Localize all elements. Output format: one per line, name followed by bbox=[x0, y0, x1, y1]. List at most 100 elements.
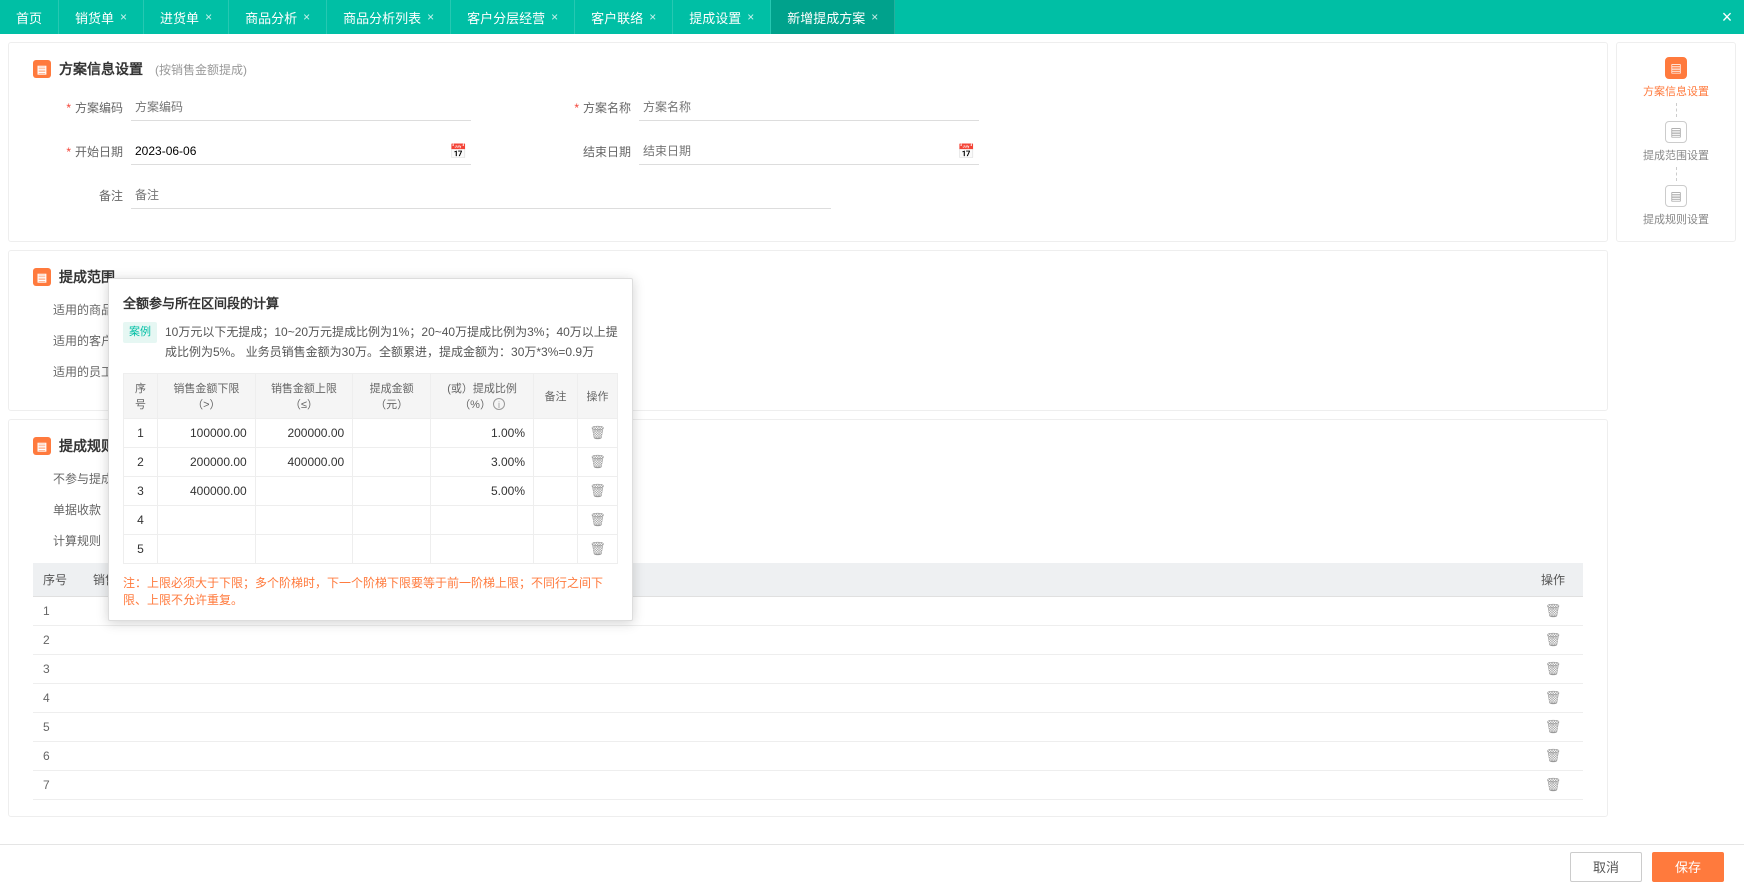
table-row[interactable]: 3🗑 bbox=[33, 655, 1583, 684]
cell-amount[interactable] bbox=[343, 684, 463, 713]
cell-upper[interactable] bbox=[213, 626, 343, 655]
tab-item[interactable]: 商品分析列表× bbox=[327, 0, 451, 34]
delete-icon[interactable]: 🗑 bbox=[1545, 748, 1562, 763]
tab-close-icon[interactable]: × bbox=[649, 10, 656, 24]
cell-lower[interactable] bbox=[83, 655, 213, 684]
tab-item[interactable]: 提成设置× bbox=[673, 0, 771, 34]
cell-upper[interactable] bbox=[213, 771, 343, 800]
cell-remark[interactable] bbox=[593, 684, 1523, 713]
tab-close-icon[interactable]: × bbox=[303, 10, 310, 24]
tab-close-icon[interactable]: × bbox=[205, 10, 212, 24]
cell-amount[interactable] bbox=[343, 742, 463, 771]
table-row[interactable]: 1100000.00200000.001.00%🗑 bbox=[124, 418, 618, 447]
save-button[interactable]: 保存 bbox=[1652, 852, 1724, 882]
cell-upper[interactable]: 200000.00 bbox=[255, 418, 352, 447]
cancel-button[interactable]: 取消 bbox=[1570, 852, 1642, 882]
input-end-date[interactable] bbox=[639, 137, 979, 165]
table-row[interactable]: 5🗑 bbox=[124, 534, 618, 563]
cell-amount[interactable] bbox=[353, 476, 431, 505]
cell-ratio[interactable] bbox=[431, 534, 534, 563]
cell-amount[interactable] bbox=[353, 534, 431, 563]
delete-icon[interactable]: 🗑 bbox=[589, 425, 606, 440]
cell-ratio[interactable] bbox=[431, 505, 534, 534]
tab-close-icon[interactable]: × bbox=[871, 10, 878, 24]
delete-icon[interactable]: 🗑 bbox=[1545, 777, 1562, 792]
side-step-info[interactable]: ▤ 方案信息设置 bbox=[1643, 57, 1709, 99]
delete-icon[interactable]: 🗑 bbox=[589, 454, 606, 469]
cell-remark[interactable] bbox=[534, 534, 578, 563]
delete-icon[interactable]: 🗑 bbox=[589, 512, 606, 527]
input-plan-code[interactable] bbox=[131, 93, 471, 121]
delete-icon[interactable]: 🗑 bbox=[589, 541, 606, 556]
tab-close-icon[interactable]: × bbox=[120, 10, 127, 24]
table-row[interactable]: 7🗑 bbox=[33, 771, 1583, 800]
cell-ratio[interactable] bbox=[463, 684, 593, 713]
cell-upper[interactable] bbox=[213, 742, 343, 771]
tab-item[interactable]: 进货单× bbox=[144, 0, 229, 34]
cell-amount[interactable] bbox=[343, 655, 463, 684]
cell-upper[interactable] bbox=[213, 713, 343, 742]
cell-remark[interactable] bbox=[593, 597, 1523, 626]
input-plan-name[interactable] bbox=[639, 93, 979, 121]
side-step-scope[interactable]: ▤ 提成范围设置 bbox=[1643, 121, 1709, 163]
tab-close-icon[interactable]: × bbox=[427, 10, 434, 24]
delete-icon[interactable]: 🗑 bbox=[1545, 661, 1562, 676]
calendar-icon[interactable]: 📅 bbox=[958, 143, 975, 160]
cell-upper[interactable] bbox=[255, 534, 352, 563]
cell-lower[interactable] bbox=[83, 626, 213, 655]
cell-upper[interactable] bbox=[255, 476, 352, 505]
cell-ratio[interactable] bbox=[463, 655, 593, 684]
delete-icon[interactable]: 🗑 bbox=[1545, 690, 1562, 705]
cell-ratio[interactable] bbox=[463, 626, 593, 655]
info-icon[interactable]: i bbox=[493, 398, 505, 410]
cell-remark[interactable] bbox=[593, 742, 1523, 771]
cell-amount[interactable] bbox=[353, 418, 431, 447]
delete-icon[interactable]: 🗑 bbox=[1545, 719, 1562, 734]
cell-ratio[interactable]: 1.00% bbox=[431, 418, 534, 447]
cell-lower[interactable] bbox=[83, 713, 213, 742]
cell-remark[interactable] bbox=[534, 418, 578, 447]
side-step-rules[interactable]: ▤ 提成规则设置 bbox=[1643, 185, 1709, 227]
cell-remark[interactable] bbox=[534, 505, 578, 534]
table-row[interactable]: 6🗑 bbox=[33, 742, 1583, 771]
delete-icon[interactable]: 🗑 bbox=[1545, 632, 1562, 647]
cell-ratio[interactable]: 3.00% bbox=[431, 447, 534, 476]
cell-lower[interactable]: 200000.00 bbox=[158, 447, 256, 476]
cell-amount[interactable] bbox=[353, 447, 431, 476]
cell-remark[interactable] bbox=[534, 476, 578, 505]
cell-ratio[interactable] bbox=[463, 713, 593, 742]
tab-item[interactable]: 销货单× bbox=[59, 0, 144, 34]
input-remark[interactable] bbox=[131, 181, 831, 209]
delete-icon[interactable]: 🗑 bbox=[589, 483, 606, 498]
cell-lower[interactable] bbox=[83, 771, 213, 800]
close-all-tabs-icon[interactable]: × bbox=[1710, 0, 1744, 34]
cell-lower[interactable] bbox=[83, 742, 213, 771]
table-row[interactable]: 2200000.00400000.003.00%🗑 bbox=[124, 447, 618, 476]
tab-home[interactable]: 首页 bbox=[0, 0, 59, 34]
cell-remark[interactable] bbox=[593, 713, 1523, 742]
cell-remark[interactable] bbox=[593, 655, 1523, 684]
cell-amount[interactable] bbox=[343, 713, 463, 742]
delete-icon[interactable]: 🗑 bbox=[1545, 603, 1562, 618]
cell-ratio[interactable] bbox=[463, 771, 593, 800]
table-row[interactable]: 4🗑 bbox=[124, 505, 618, 534]
table-row[interactable]: 4🗑 bbox=[33, 684, 1583, 713]
cell-lower[interactable]: 100000.00 bbox=[158, 418, 256, 447]
cell-lower[interactable] bbox=[158, 505, 256, 534]
cell-amount[interactable] bbox=[343, 626, 463, 655]
input-start-date[interactable] bbox=[131, 137, 471, 165]
cell-remark[interactable] bbox=[593, 771, 1523, 800]
calendar-icon[interactable]: 📅 bbox=[450, 143, 467, 160]
cell-remark[interactable] bbox=[534, 447, 578, 476]
cell-amount[interactable] bbox=[343, 771, 463, 800]
table-row[interactable]: 5🗑 bbox=[33, 713, 1583, 742]
cell-lower[interactable]: 400000.00 bbox=[158, 476, 256, 505]
tab-close-icon[interactable]: × bbox=[551, 10, 558, 24]
cell-upper[interactable] bbox=[255, 505, 352, 534]
cell-lower[interactable] bbox=[83, 684, 213, 713]
table-row[interactable]: 3400000.005.00%🗑 bbox=[124, 476, 618, 505]
table-row[interactable]: 2🗑 bbox=[33, 626, 1583, 655]
cell-upper[interactable] bbox=[213, 684, 343, 713]
tab-item[interactable]: 客户联络× bbox=[575, 0, 673, 34]
tab-item[interactable]: 商品分析× bbox=[229, 0, 327, 34]
